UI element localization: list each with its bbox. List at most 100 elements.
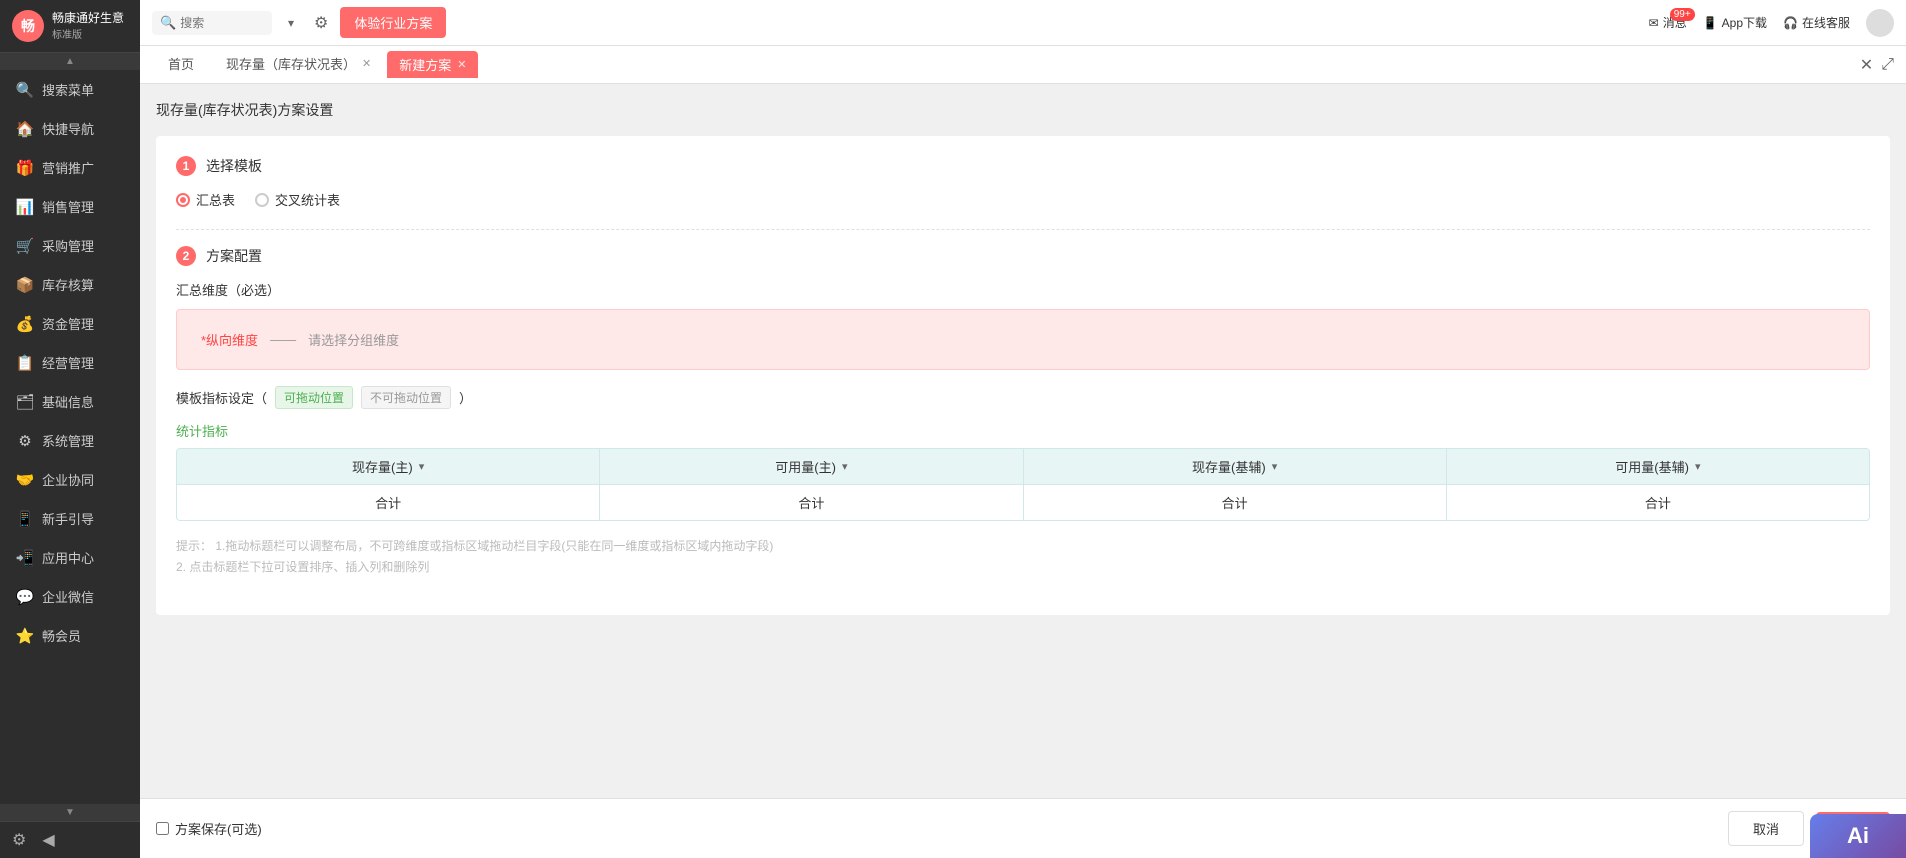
main-card: 1 选择模板 汇总表 交叉统计表 2 [156, 136, 1890, 615]
metrics-cell-1: 合计 [600, 485, 1023, 520]
sidebar-item-label: 销售管理 [42, 197, 94, 216]
step1-num: 1 [176, 156, 196, 176]
sidebar-item-member[interactable]: ⭐ 畅会员 [0, 616, 140, 655]
sales-icon: 📊 [16, 198, 34, 216]
dimension-required-star: *纵向维度 [201, 330, 258, 349]
topbar-gear-icon[interactable]: ⚙ [310, 9, 332, 37]
metrics-col-0[interactable]: 现存量(主) ▾ [177, 449, 600, 484]
sidebar-item-enterprise[interactable]: 🤝 企业协同 [0, 460, 140, 499]
stats-label: 统计指标 [176, 421, 1870, 440]
tab-inventory[interactable]: 现存量（库存状况表） ✕ [210, 46, 387, 83]
sidebar-item-new-guide[interactable]: 📱 新手引导 [0, 499, 140, 538]
save-checkbox[interactable] [156, 822, 169, 835]
tab-home[interactable]: 首页 [152, 46, 210, 83]
indicator-settings: 模板指标设定（ 可拖动位置 不可拖动位置 ） 统计指标 现存量(主) ▾ [176, 386, 1870, 521]
topbar-search-box[interactable]: 🔍 [152, 11, 272, 35]
search-icon: 🔍 [160, 15, 176, 31]
content-area: 现存量(库存状况表)方案设置 1 选择模板 汇总表 交叉统计表 [140, 84, 1906, 798]
app-center-icon: 📲 [16, 549, 34, 567]
sidebar-item-app-center[interactable]: 📲 应用中心 [0, 538, 140, 577]
inventory-icon: 📦 [16, 276, 34, 294]
tips-section: 提示： 1.拖动标题栏可以调整布局，不可跨维度或指标区域拖动栏目字段(只能在同一… [176, 537, 1870, 575]
sidebar-item-label: 营销推广 [42, 158, 94, 177]
message-badge: 99+ [1670, 8, 1695, 21]
tip-1: 提示： 1.拖动标题栏可以调整布局，不可跨维度或指标区域拖动栏目字段(只能在同一… [176, 537, 1870, 554]
dimension-placeholder: 请选择分组维度 [308, 330, 399, 349]
new-guide-icon: 📱 [16, 510, 34, 528]
app-download-btn[interactable]: 📱 App下载 [1703, 14, 1767, 31]
sidebar-item-label: 新手引导 [42, 509, 94, 528]
sidebar-item-purchase[interactable]: 🛒 采购管理 [0, 226, 140, 265]
sidebar-scroll-up[interactable]: ▲ [0, 53, 140, 70]
sidebar-item-inventory[interactable]: 📦 库存核算 [0, 265, 140, 304]
sidebar-item-finance[interactable]: 💰 资金管理 [0, 304, 140, 343]
radio-cross-circle [255, 193, 269, 207]
quick-nav-icon: 🏠 [16, 120, 34, 138]
user-avatar[interactable] [1866, 9, 1894, 37]
sidebar-item-basic-info[interactable]: 🗂 基础信息 [0, 382, 140, 421]
wechat-icon: 💬 [16, 588, 34, 606]
chevron-down-icon-1[interactable]: ▾ [842, 460, 848, 473]
tab-new-plan-close[interactable]: ✕ [457, 58, 466, 71]
radio-summary[interactable]: 汇总表 [176, 190, 235, 209]
sidebar-item-label: 畅会员 [42, 626, 81, 645]
chevron-down-icon-3[interactable]: ▾ [1695, 460, 1701, 473]
ai-float-button[interactable]: Ai [1810, 814, 1906, 858]
step1-header: 1 选择模板 [176, 156, 1870, 176]
sidebar: 畅 畅康通好生意 标准版 ▲ 🔍 搜索菜单 🏠 快捷导航 🎁 营销推广 📊 销售… [0, 0, 140, 858]
sidebar-item-operations[interactable]: 📋 经营管理 [0, 343, 140, 382]
message-btn[interactable]: ✉ 消息 99+ [1649, 14, 1687, 31]
topbar: 🔍 ▾ ⚙ 体验行业方案 ✉ 消息 99+ 📱 App下载 🎧 在线客服 [140, 0, 1906, 46]
save-label: 方案保存(可选) [175, 819, 262, 838]
step1-title: 选择模板 [206, 156, 262, 176]
indicator-settings-suffix: ） [459, 388, 472, 407]
radio-summary-circle [176, 193, 190, 207]
radio-summary-label: 汇总表 [196, 190, 235, 209]
dimension-area[interactable]: *纵向维度 —— 请选择分组维度 [176, 309, 1870, 370]
sidebar-item-label: 企业微信 [42, 587, 94, 606]
topbar-dropdown[interactable]: ▾ [280, 12, 302, 34]
tab-expand-btn[interactable]: ⤢ [1881, 56, 1894, 74]
headset-icon: 🎧 [1783, 16, 1798, 30]
operations-icon: 📋 [16, 354, 34, 372]
sidebar-item-search-menu[interactable]: 🔍 搜索菜单 [0, 70, 140, 109]
chevron-down-icon-2[interactable]: ▾ [1272, 460, 1278, 473]
sidebar-item-wechat[interactable]: 💬 企业微信 [0, 577, 140, 616]
collapse-icon[interactable]: ◀ [42, 830, 54, 850]
cancel-button[interactable]: 取消 [1728, 811, 1804, 846]
metrics-col-3[interactable]: 可用量(基辅) ▾ [1447, 449, 1869, 484]
marketing-icon: 🎁 [16, 159, 34, 177]
tab-close-btn[interactable]: ✕ [1860, 55, 1873, 75]
metrics-col-1[interactable]: 可用量(主) ▾ [600, 449, 1023, 484]
tab-new-plan[interactable]: 新建方案 ✕ [387, 51, 478, 78]
industry-btn[interactable]: 体验行业方案 [340, 7, 446, 38]
indicator-settings-label: 模板指标设定（ 可拖动位置 不可拖动位置 ） [176, 386, 1870, 409]
step2-header: 2 方案配置 [176, 246, 1870, 266]
sidebar-logo: 畅 畅康通好生意 标准版 [0, 0, 140, 53]
sidebar-item-label: 资金管理 [42, 314, 94, 333]
sidebar-scroll-down[interactable]: ▼ [0, 804, 140, 821]
divider-1 [176, 229, 1870, 230]
sidebar-item-sales[interactable]: 📊 销售管理 [0, 187, 140, 226]
sidebar-item-system[interactable]: ⚙ 系统管理 [0, 421, 140, 460]
indicator-tag-fixed: 不可拖动位置 [361, 386, 451, 409]
tabs-actions: ✕ ⤢ [1860, 55, 1894, 75]
indicator-settings-text: 模板指标设定（ [176, 388, 267, 407]
sidebar-item-label: 搜索菜单 [42, 80, 94, 99]
metrics-col-2[interactable]: 现存量(基辅) ▾ [1024, 449, 1447, 484]
search-menu-icon: 🔍 [16, 81, 34, 99]
online-service-btn[interactable]: 🎧 在线客服 [1783, 14, 1850, 31]
ai-label: Ai [1847, 823, 1869, 849]
metrics-col-3-label: 可用量(基辅) [1615, 457, 1689, 476]
radio-cross-label: 交叉统计表 [275, 190, 340, 209]
radio-cross[interactable]: 交叉统计表 [255, 190, 340, 209]
footer-bar: 方案保存(可选) 取消 查询 [140, 798, 1906, 858]
chevron-down-icon-0[interactable]: ▾ [419, 460, 425, 473]
search-input[interactable] [180, 16, 260, 30]
settings-icon[interactable]: ⚙ [12, 830, 26, 850]
sidebar-item-marketing[interactable]: 🎁 营销推广 [0, 148, 140, 187]
app-name: 畅康通好生意 [52, 11, 124, 27]
app-edition: 标准版 [52, 26, 124, 41]
sidebar-item-quick-nav[interactable]: 🏠 快捷导航 [0, 109, 140, 148]
tab-inventory-close[interactable]: ✕ [362, 57, 371, 70]
